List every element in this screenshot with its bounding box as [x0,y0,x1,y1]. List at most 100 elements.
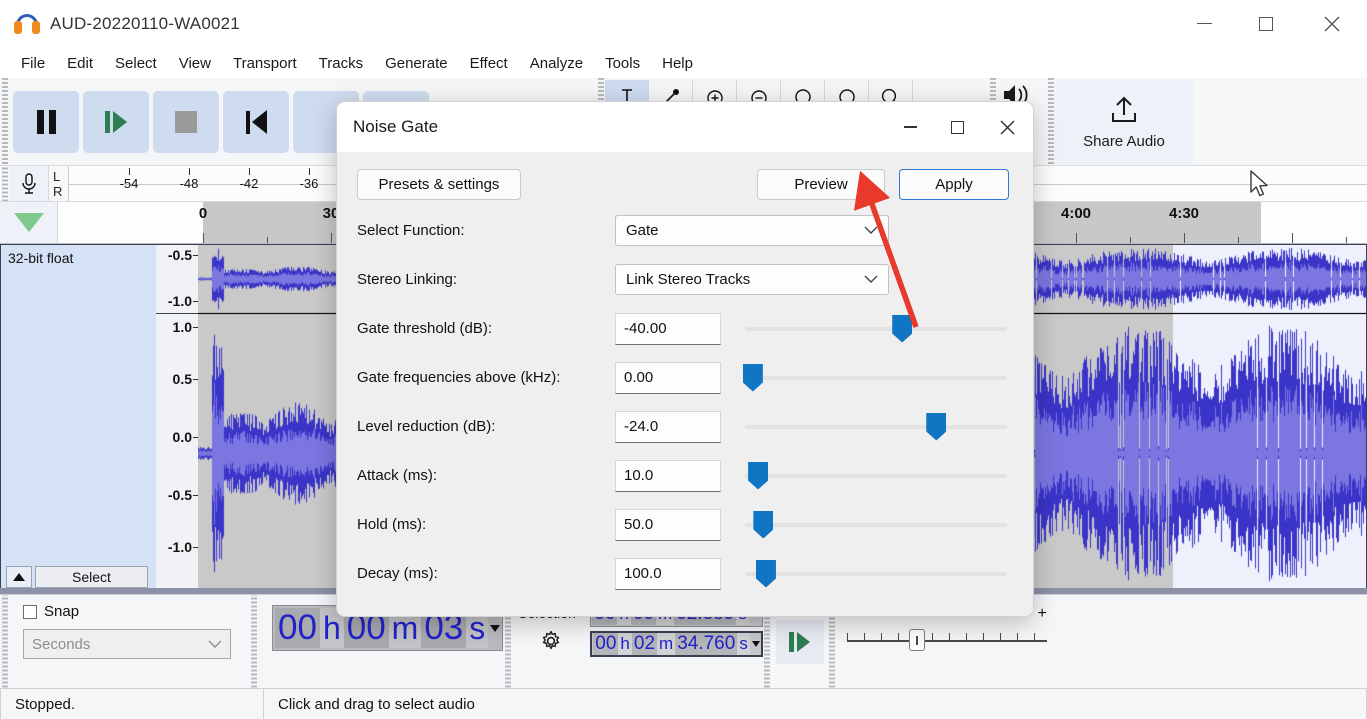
vruler-label: 1.0 [172,319,192,335]
share-audio-toolbar: Share Audio [1046,78,1193,166]
zoom-slider-thumb[interactable] [908,629,925,651]
gate-frequencies-slider[interactable] [742,362,1007,394]
window-close-button[interactable] [1297,0,1367,48]
dialog-close-button[interactable] [981,102,1033,152]
field-row-hold: Hold (ms): 50.0 [357,500,1009,549]
stop-button[interactable] [153,91,219,153]
menu-tools[interactable]: Tools [594,52,651,75]
attack-slider-thumb[interactable] [748,461,769,490]
field-row-gate-threshold: Gate threshold (dB): -40.00 [357,304,1009,353]
hold-input[interactable]: 50.0 [615,508,721,541]
gate-threshold-slider-thumb[interactable] [892,314,913,343]
dialog-title: Noise Gate [353,117,439,136]
stereo-linking-combo[interactable]: Link Stereo Tracks [615,264,889,295]
audio-position-dropdown-icon[interactable] [490,624,501,632]
play-icon [105,111,127,133]
window-controls [1173,0,1367,48]
skip-to-start-button[interactable] [223,91,289,153]
selection-end-field[interactable]: 00 h 02 m 34.760 s [590,631,763,657]
track-collapse-button[interactable] [6,566,32,588]
vruler-label: 0.0 [172,429,192,445]
level-reduction-input[interactable]: -24.0 [615,410,721,443]
recording-meter-button[interactable] [9,166,49,201]
dialog-maximize-button[interactable] [934,102,981,152]
track-select-button[interactable]: Select [35,566,148,588]
window-maximize-button[interactable] [1235,0,1297,48]
gate-threshold-slider[interactable] [745,313,1007,345]
status-bar: Stopped. Click and drag to select audio [0,688,1367,719]
share-audio-grip[interactable] [1046,78,1055,166]
recording-meter-grip[interactable] [0,166,9,201]
window-title: AUD-20220110-WA0021 [50,13,240,33]
meter-channel-left: L [53,168,61,184]
transport-toolbar-grip[interactable] [0,78,9,166]
field-row-gate-frequencies: Gate frequencies above (kHz): 0.00 [357,353,1009,402]
field-row-select-function: Select Function: Gate [357,206,1009,255]
decay-slider[interactable] [745,558,1007,590]
dialog-title-bar: Noise Gate [337,102,1033,152]
track-control-panel[interactable]: 32-bit float Select [0,244,156,594]
collapse-icon [13,573,25,581]
decay-slider-thumb[interactable] [755,559,776,588]
share-audio-button[interactable]: Share Audio [1055,80,1193,164]
microphone-icon [21,172,36,194]
decay-input[interactable]: 100.0 [615,557,721,590]
zoom-slider[interactable] [846,629,1047,651]
selection-end-h-unit: h [618,633,632,655]
time-toolbar-grip[interactable] [249,595,258,688]
vruler-label: -1.0 [167,539,192,555]
share-audio-label: Share Audio [1083,132,1165,150]
snap-toolbar: Snap Seconds [9,595,249,688]
menu-tracks[interactable]: Tracks [308,52,374,75]
vruler-label: -0.5 [167,247,192,263]
window-minimize-button[interactable] [1173,0,1235,48]
snap-checkbox[interactable] [23,604,37,619]
select-function-label: Select Function: [357,222,465,239]
attack-input[interactable]: 10.0 [615,459,721,492]
menu-view[interactable]: View [168,52,222,75]
gate-frequencies-slider-thumb[interactable] [742,363,763,392]
chevron-down-icon [864,271,878,288]
presets-and-settings-button[interactable]: Presets & settings [357,168,521,200]
level-reduction-label: Level reduction (dB): [357,418,496,435]
select-function-combo[interactable]: Gate [615,215,889,246]
play-at-speed-button[interactable] [775,619,824,664]
menu-edit[interactable]: Edit [56,52,104,75]
attack-label: Attack (ms): [357,467,438,484]
audacity-logo-icon [14,11,40,37]
hold-slider[interactable] [745,509,1007,541]
snap-toolbar-grip[interactable] [0,595,9,688]
snap-unit-select[interactable]: Seconds [23,629,231,659]
pinned-play-head-button[interactable] [0,202,58,243]
menu-help[interactable]: Help [651,52,704,75]
dialog-minimize-button[interactable] [887,102,934,152]
level-reduction-slider-thumb[interactable] [926,412,947,441]
field-row-decay: Decay (ms): 100.0 [357,549,1009,598]
level-reduction-slider[interactable] [745,411,1007,443]
menu-effect[interactable]: Effect [459,52,519,75]
gear-icon[interactable] [539,629,563,653]
chevron-down-icon [208,636,222,653]
menu-select[interactable]: Select [104,52,168,75]
play-button[interactable] [83,91,149,153]
meter-channel-labels: L R [49,166,69,201]
gate-threshold-input[interactable]: -40.00 [615,312,721,345]
preview-button[interactable]: Preview [757,168,885,200]
noise-gate-dialog: Noise Gate Presets & settings Preview Ap… [337,102,1033,616]
menu-analyze[interactable]: Analyze [519,52,594,75]
attack-slider[interactable] [745,460,1007,492]
vruler-label: 0.5 [172,371,192,387]
selection-end-dropdown-icon[interactable] [751,641,760,647]
hold-slider-thumb[interactable] [753,510,774,539]
zoom-in-label[interactable]: + [1037,605,1046,623]
vruler-label: -1.0 [167,293,192,309]
pause-button[interactable] [13,91,79,153]
menu-generate[interactable]: Generate [374,52,459,75]
menu-bar: File Edit Select View Transport Tracks G… [0,48,1367,78]
menu-transport[interactable]: Transport [222,52,308,75]
apply-button[interactable]: Apply [899,168,1009,200]
pause-icon [36,110,56,134]
status-state: Stopped. [15,695,76,713]
menu-file[interactable]: File [10,52,56,75]
gate-frequencies-input[interactable]: 0.00 [615,361,721,394]
